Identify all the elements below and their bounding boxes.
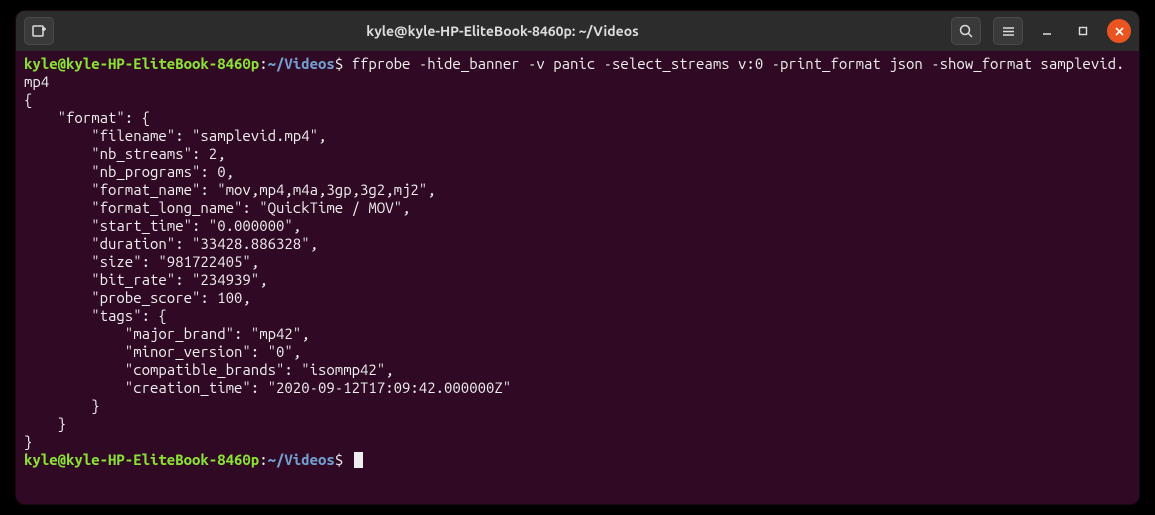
output-line: "size": "981722405", xyxy=(24,253,1131,271)
output-line: { xyxy=(24,91,1131,109)
prompt-path: ~/Videos xyxy=(268,451,335,468)
command-line: kyle@kyle-HP-EliteBook-8460p:~/Videos$ f… xyxy=(24,55,1131,91)
terminal-window: kyle@kyle-HP-EliteBook-8460p: ~/Videos xyxy=(15,10,1140,505)
output-line: "probe_score": 100, xyxy=(24,289,1131,307)
close-button[interactable] xyxy=(1107,19,1131,43)
close-icon xyxy=(1114,26,1125,37)
output-line: "format_name": "mov,mp4,m4a,3gp,3g2,mj2"… xyxy=(24,181,1131,199)
output-line: "format_long_name": "QuickTime / MOV", xyxy=(24,199,1131,217)
hamburger-icon xyxy=(1001,24,1016,39)
prompt-user-host: kyle@kyle-HP-EliteBook-8460p xyxy=(24,55,259,72)
cursor xyxy=(354,452,363,468)
output-line: "start_time": "0.000000", xyxy=(24,217,1131,235)
search-icon xyxy=(959,24,974,39)
output-line: "major_brand": "mp42", xyxy=(24,325,1131,343)
prompt-path: ~/Videos xyxy=(268,55,335,72)
menu-button[interactable] xyxy=(993,17,1023,45)
new-tab-icon xyxy=(31,23,47,39)
maximize-icon xyxy=(1077,25,1089,37)
output-line: "minor_version": "0", xyxy=(24,343,1131,361)
minimize-button[interactable] xyxy=(1035,19,1059,43)
titlebar-left xyxy=(24,17,54,45)
output-line: "format": { xyxy=(24,109,1131,127)
terminal-body[interactable]: kyle@kyle-HP-EliteBook-8460p:~/Videos$ f… xyxy=(16,51,1139,504)
output-line: "nb_streams": 2, xyxy=(24,145,1131,163)
prompt-colon: : xyxy=(259,451,267,468)
output-line: } xyxy=(24,415,1131,433)
titlebar-right xyxy=(951,17,1131,45)
output-line: "duration": "33428.886328", xyxy=(24,235,1131,253)
output-line: "bit_rate": "234939", xyxy=(24,271,1131,289)
minimize-icon xyxy=(1041,25,1053,37)
output-line: "nb_programs": 0, xyxy=(24,163,1131,181)
window-title: kyle@kyle-HP-EliteBook-8460p: ~/Videos xyxy=(62,23,943,39)
current-prompt-line: kyle@kyle-HP-EliteBook-8460p:~/Videos$ xyxy=(24,451,1131,469)
prompt-dollar: $ xyxy=(335,451,352,468)
new-tab-button[interactable] xyxy=(24,17,54,45)
output-line: } xyxy=(24,397,1131,415)
output-line: "filename": "samplevid.mp4", xyxy=(24,127,1131,145)
prompt-user-host: kyle@kyle-HP-EliteBook-8460p xyxy=(24,451,259,468)
maximize-button[interactable] xyxy=(1071,19,1095,43)
output-line: "creation_time": "2020-09-12T17:09:42.00… xyxy=(24,379,1131,397)
prompt-dollar: $ xyxy=(335,55,352,72)
output-line: "compatible_brands": "isommp42", xyxy=(24,361,1131,379)
titlebar: kyle@kyle-HP-EliteBook-8460p: ~/Videos xyxy=(16,11,1139,51)
prompt-colon: : xyxy=(259,55,267,72)
output-line: } xyxy=(24,433,1131,451)
search-button[interactable] xyxy=(951,17,981,45)
output-line: "tags": { xyxy=(24,307,1131,325)
